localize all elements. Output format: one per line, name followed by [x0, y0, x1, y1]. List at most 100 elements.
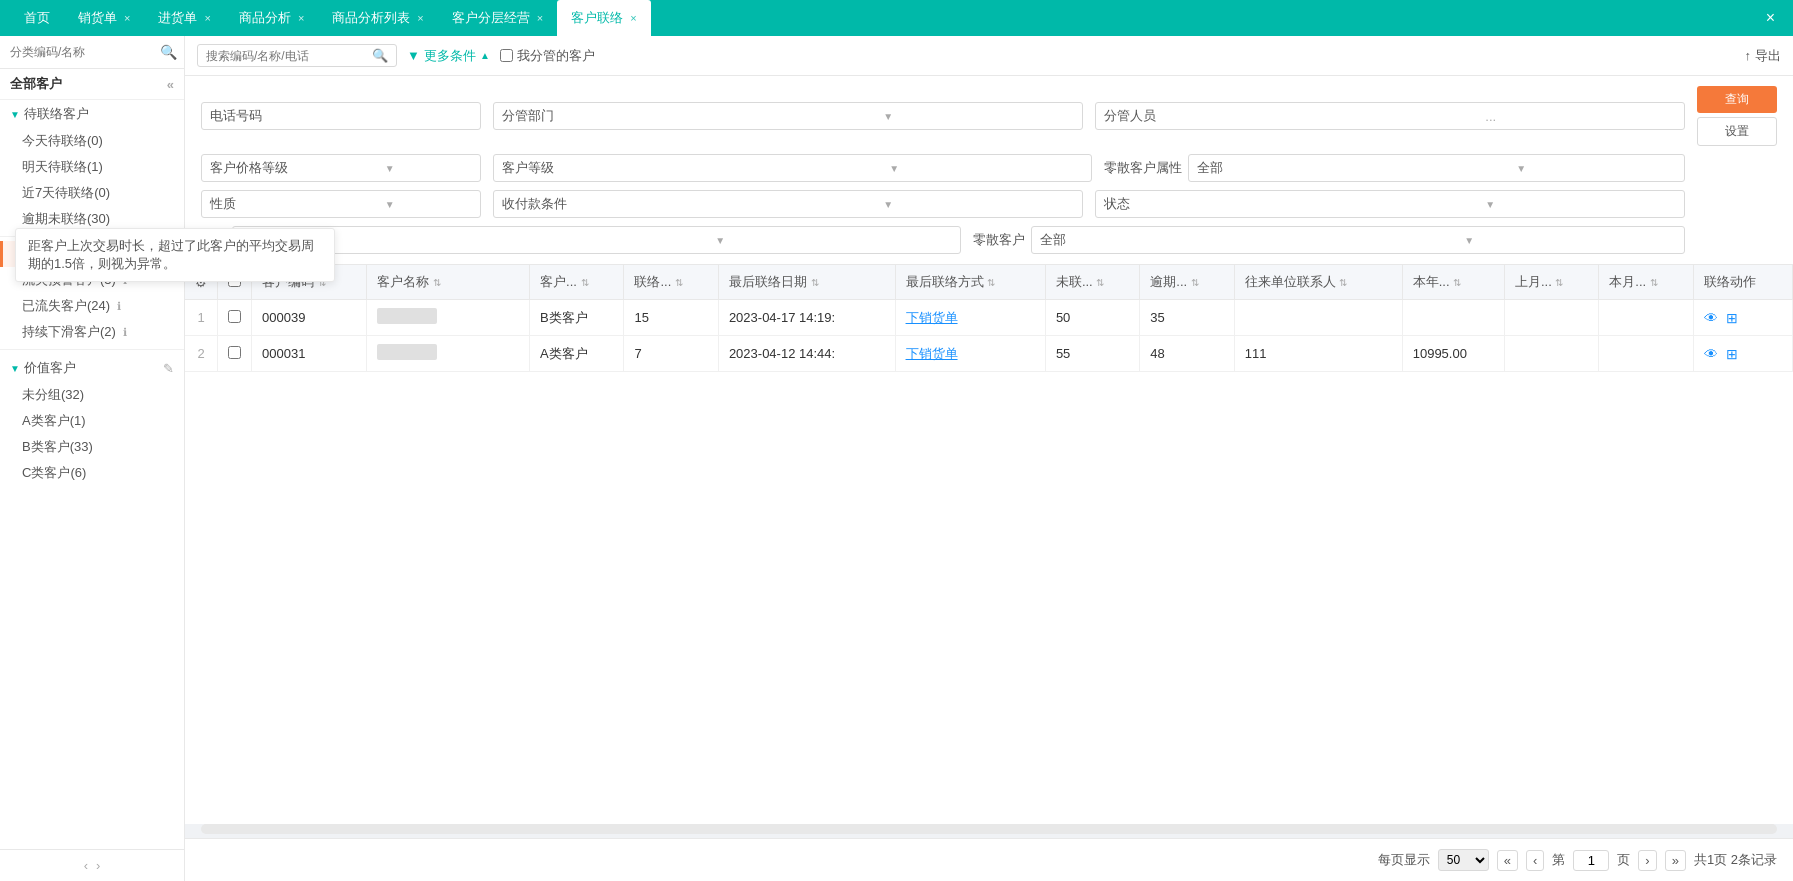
query-button[interactable]: 查询 — [1697, 86, 1777, 113]
top-nav: 首页 销货单 × 进货单 × 商品分析 × 商品分析列表 × 客户分层经营 × … — [0, 0, 1793, 36]
th-this-year[interactable]: 本年... ⇅ — [1402, 265, 1504, 300]
page-input[interactable] — [1573, 850, 1609, 871]
nav-customer-contact-close[interactable]: × — [630, 0, 636, 36]
row-2-last-date: 2023-04-12 14:44: — [718, 336, 895, 372]
sidebar-item-today[interactable]: 今天待联络(0) — [0, 128, 184, 154]
next-page-button[interactable]: › — [1638, 850, 1656, 871]
sidebar-item-churned[interactable]: 已流失客户(24) ℹ — [0, 293, 184, 319]
sidebar-item-class-a[interactable]: A类客户(1) — [0, 408, 184, 434]
row-2-checkbox[interactable] — [218, 336, 252, 372]
filter-nature[interactable]: 性质 ▼ — [201, 190, 481, 218]
row-1-type: B类客户 — [530, 300, 624, 336]
first-page-button[interactable]: « — [1497, 850, 1518, 871]
th-last-date[interactable]: 最后联络日期 ⇅ — [718, 265, 895, 300]
pagination: 每页显示 50 100 200 « ‹ 第 页 › » 共1页 2条记录 — [185, 838, 1793, 881]
sidebar-item-tomorrow[interactable]: 明天待联络(1) — [0, 154, 184, 180]
filter-search-input[interactable] — [206, 49, 366, 63]
th-last-method[interactable]: 最后联络方式 ⇅ — [895, 265, 1045, 300]
per-page-select[interactable]: 50 100 200 — [1438, 849, 1489, 871]
sidebar-item-7days[interactable]: 近7天待联络(0) — [0, 180, 184, 206]
sidebar-search-icon[interactable]: 🔍 — [160, 44, 177, 60]
row-2-view-icon[interactable]: 👁 — [1704, 346, 1718, 362]
window-close-button[interactable]: × — [1758, 9, 1783, 27]
th-overdue[interactable]: 逾期... ⇅ — [1140, 265, 1234, 300]
row-1-grid-icon[interactable]: ⊞ — [1726, 310, 1738, 326]
th-name[interactable]: 客户名称 ⇅ — [367, 265, 530, 300]
nav-customer-tier[interactable]: 客户分层经营 × — [438, 0, 557, 36]
filter-manager[interactable]: 分管人员 ... — [1095, 102, 1685, 130]
th-action: 联络动作 — [1693, 265, 1792, 300]
nav-analysis-list-close[interactable]: × — [417, 0, 423, 36]
sidebar-item-declining[interactable]: 持续下滑客户(2) ℹ — [0, 319, 184, 345]
filter-retail-attr-select[interactable]: 全部 ▼ — [1188, 154, 1685, 182]
row-2-last-method[interactable]: 下销货单 — [895, 336, 1045, 372]
sidebar-prev-arrow[interactable]: ‹ — [84, 858, 88, 873]
more-conditions-btn[interactable]: ▼ 更多条件 ▲ — [407, 47, 490, 65]
filter-icon: ▼ — [407, 48, 420, 63]
th-last-month[interactable]: 上月... ⇅ — [1504, 265, 1598, 300]
sidebar-item-ungroup[interactable]: 未分组(32) — [0, 382, 184, 408]
nav-purchase-close[interactable]: × — [204, 0, 210, 36]
manager-dots[interactable]: ... — [1485, 109, 1676, 124]
sort-last-date-icon: ⇅ — [811, 277, 819, 288]
filter-customer-type[interactable]: 客户类型 ▼ — [232, 226, 962, 254]
sidebar-next-arrow[interactable]: › — [96, 858, 100, 873]
row-2-grid-icon[interactable]: ⊞ — [1726, 346, 1738, 362]
th-contact2[interactable]: 往来单位联系人 ⇅ — [1234, 265, 1402, 300]
row-1-name-blur — [377, 308, 437, 324]
nav-analysis-list[interactable]: 商品分析列表 × — [318, 0, 437, 36]
nav-analysis-close[interactable]: × — [298, 0, 304, 36]
my-customers-label[interactable]: 我分管的客户 — [500, 47, 595, 65]
filter-retail-attr: 零散客户属性 全部 ▼ — [1104, 154, 1685, 182]
export-button[interactable]: ↑ 导出 — [1745, 47, 1782, 65]
filter-search-icon[interactable]: 🔍 — [372, 48, 388, 63]
filter-retail-customer-select[interactable]: 全部 ▼ — [1031, 226, 1685, 254]
sidebar-value-edit[interactable]: ✎ — [163, 361, 174, 376]
row-1-last-method[interactable]: 下销货单 — [895, 300, 1045, 336]
filter-customer-grade[interactable]: 客户等级 ▼ — [493, 154, 1092, 182]
row-1-name[interactable] — [367, 300, 530, 336]
sidebar-item-class-c[interactable]: C类客户(6) — [0, 460, 184, 486]
sidebar-collapse-icon[interactable]: « — [167, 77, 174, 92]
export-icon: ↑ — [1745, 48, 1752, 63]
th-this-month[interactable]: 本月... ⇅ — [1599, 265, 1693, 300]
sidebar-item-class-b[interactable]: B类客户(33) — [0, 434, 184, 460]
sidebar-all-customers[interactable]: 全部客户 « — [0, 69, 184, 100]
filter-price-grade[interactable]: 客户价格等级 ▼ — [201, 154, 481, 182]
table-scroll-bar[interactable] — [201, 824, 1777, 834]
sidebar-value-arrow: ▼ — [10, 363, 20, 374]
row-1-code: 000039 — [252, 300, 367, 336]
sidebar-value-group[interactable]: ▼ 价值客户 ✎ — [0, 354, 184, 382]
sort-last-method-icon: ⇅ — [987, 277, 995, 288]
filter-phone[interactable]: 电话号码 — [201, 102, 481, 130]
filter-payment[interactable]: 收付款条件 ▼ — [493, 190, 1083, 218]
nav-analysis[interactable]: 商品分析 × — [225, 0, 318, 36]
nav-customer-tier-close[interactable]: × — [537, 0, 543, 36]
row-1-this-year — [1402, 300, 1504, 336]
filter-status[interactable]: 状态 ▼ — [1095, 190, 1685, 218]
row-1-checkbox[interactable] — [218, 300, 252, 336]
th-type[interactable]: 客户... ⇅ — [530, 265, 624, 300]
customer-grade-arrow: ▼ — [889, 163, 1083, 174]
th-contact[interactable]: 联络... ⇅ — [624, 265, 718, 300]
last-page-button[interactable]: » — [1665, 850, 1686, 871]
sidebar-group-waiting[interactable]: ▼ 待联络客户 — [0, 100, 184, 128]
nav-purchase[interactable]: 进货单 × — [144, 0, 224, 36]
filter-row-1: 电话号码 分管部门 ▼ 分管人员 ... 查询 设置 — [201, 86, 1777, 146]
th-uncontacted[interactable]: 未联... ⇅ — [1045, 265, 1139, 300]
row-2-name-blur — [377, 344, 437, 360]
sort-overdue-icon: ⇅ — [1191, 277, 1199, 288]
settings-button[interactable]: 设置 — [1697, 117, 1777, 146]
row-2-name[interactable] — [367, 336, 530, 372]
my-customers-checkbox[interactable] — [500, 49, 513, 62]
nav-sales[interactable]: 销货单 × — [64, 0, 144, 36]
prev-page-button[interactable]: ‹ — [1526, 850, 1544, 871]
filter-department[interactable]: 分管部门 ▼ — [493, 102, 1083, 130]
nav-sales-close[interactable]: × — [124, 0, 130, 36]
sidebar-search-input[interactable] — [10, 45, 160, 59]
info-icon-declining: ℹ — [123, 326, 127, 338]
row-1-view-icon[interactable]: 👁 — [1704, 310, 1718, 326]
nav-home[interactable]: 首页 — [10, 0, 64, 36]
nav-customer-contact[interactable]: 客户联络 × — [557, 0, 650, 36]
sidebar-bottom: ‹ › — [0, 849, 184, 881]
